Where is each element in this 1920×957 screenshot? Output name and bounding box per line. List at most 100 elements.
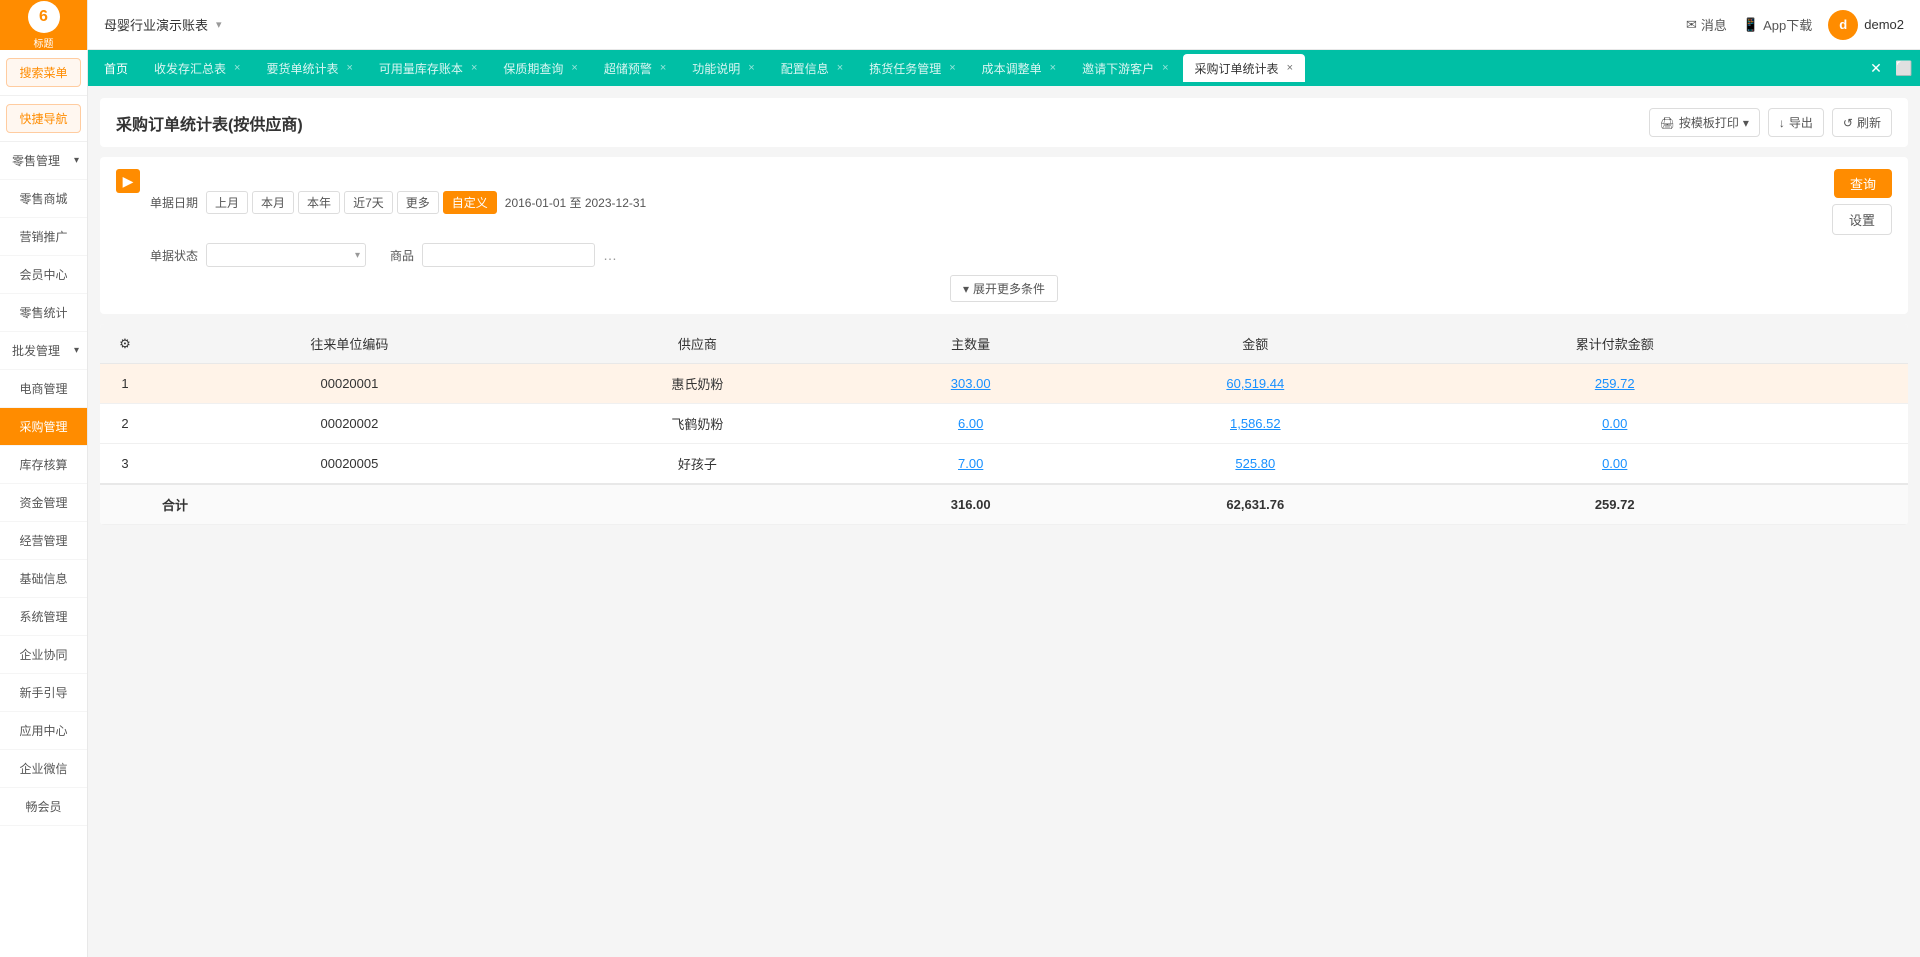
tab-close-available-inventory[interactable]: × — [471, 62, 477, 74]
tab-expiry-query[interactable]: 保质期查询× — [491, 54, 589, 82]
tab-available-inventory[interactable]: 可用量库存账本× — [367, 54, 489, 82]
sidebar-item-wholesale[interactable]: 批发管理▾ — [0, 332, 87, 370]
workspace-dropdown-icon[interactable]: ▾ — [216, 18, 222, 31]
maximize-button[interactable]: ⬜ — [1892, 56, 1916, 80]
cell-amount[interactable]: 525.80 — [1095, 444, 1415, 485]
page-title: 采购订单统计表(按供应商) — [116, 111, 303, 135]
sidebar-item-system[interactable]: 系统管理 — [0, 598, 87, 636]
date-btn-custom[interactable]: 自定义 — [443, 191, 497, 214]
settings-button[interactable]: 设置 — [1832, 204, 1892, 235]
tabbar-controls: ✕ ⬜ — [1864, 56, 1916, 80]
close-tab-button[interactable]: ✕ — [1864, 56, 1888, 80]
filter-toggle-button[interactable]: ▶ — [116, 169, 140, 193]
username-label: demo2 — [1864, 17, 1904, 32]
cell-qty[interactable]: 6.00 — [846, 404, 1095, 444]
tab-overstock-warning[interactable]: 超储预警× — [592, 54, 678, 82]
cell-paid[interactable]: 259.72 — [1415, 364, 1814, 404]
tab-close-invite-downstream[interactable]: × — [1162, 62, 1168, 74]
footer-empty-1 — [100, 484, 150, 525]
app-download-button[interactable]: 📱 App下载 — [1743, 15, 1812, 34]
tab-close-goods-stats[interactable]: × — [346, 62, 352, 74]
col-extra — [1814, 324, 1908, 364]
quick-nav-button[interactable]: 快捷导航 — [6, 104, 81, 133]
tab-label-config-info: 配置信息 — [781, 60, 829, 77]
refresh-label: 刷新 — [1857, 114, 1881, 131]
status-select[interactable] — [206, 243, 366, 267]
sidebar-item-retail-stats[interactable]: 零售统计 — [0, 294, 87, 332]
tab-config-info[interactable]: 配置信息 × — [769, 54, 855, 82]
tab-cost-adjust[interactable]: 成本调整单× — [970, 54, 1068, 82]
tab-close-function-desc[interactable]: × — [748, 62, 754, 74]
template-print-button[interactable]: 🖨 按模板打印 ▾ — [1649, 108, 1760, 137]
tab-close-expiry-query[interactable]: × — [571, 62, 577, 74]
date-btn-last-month[interactable]: 上月 — [206, 191, 248, 214]
cell-paid[interactable]: 0.00 — [1415, 444, 1814, 485]
sidebar-item-enterprise[interactable]: 企业协同 — [0, 636, 87, 674]
tab-receive-summary[interactable]: 收发存汇总表× — [142, 54, 252, 82]
cell-qty[interactable]: 7.00 — [846, 444, 1095, 485]
goods-input[interactable] — [422, 243, 595, 267]
sidebar-item-finance[interactable]: 资金管理 — [0, 484, 87, 522]
sidebar-item-purchase[interactable]: 采购管理 — [0, 408, 87, 446]
sidebar-item-vip[interactable]: 畅会员 — [0, 788, 87, 826]
cell-paid[interactable]: 0.00 — [1415, 404, 1814, 444]
sidebar-item-newbie[interactable]: 新手引导 — [0, 674, 87, 712]
sidebar-item-marketing[interactable]: 营销推广 — [0, 218, 87, 256]
tab-close-cost-adjust[interactable]: × — [1050, 62, 1056, 74]
sidebar-item-operation[interactable]: 经营管理 — [0, 522, 87, 560]
sidebar-item-basic[interactable]: 基础信息 — [0, 560, 87, 598]
cell-qty[interactable]: 303.00 — [846, 364, 1095, 404]
table-row: 100020001惠氏奶粉303.0060,519.44259.72 — [100, 364, 1908, 404]
sidebar-item-inventory[interactable]: 库存核算 — [0, 446, 87, 484]
tab-close-purchase-stats[interactable]: × — [1287, 62, 1293, 74]
query-button[interactable]: 查询 — [1834, 169, 1892, 198]
tab-pick-task[interactable]: 拣货任务管理× — [857, 54, 967, 82]
cell-amount[interactable]: 60,519.44 — [1095, 364, 1415, 404]
logo-text: 标题 — [34, 35, 54, 50]
sidebar-item-label-marketing: 营销推广 — [19, 228, 67, 245]
cell-extra — [1814, 404, 1908, 444]
search-menu-button[interactable]: 搜索菜单 — [6, 58, 81, 87]
sidebar-item-member[interactable]: 会员中心 — [0, 256, 87, 294]
sidebar-item-retail-shop[interactable]: 零售商城 — [0, 180, 87, 218]
sidebar-item-retail-mgmt[interactable]: 零售管理▾ — [0, 142, 87, 180]
export-button[interactable]: ↓ 导出 — [1768, 108, 1824, 137]
footer-empty-3 — [1814, 484, 1908, 525]
page-actions: 🖨 按模板打印 ▾ ↓ 导出 ↺ 刷新 — [1649, 108, 1892, 137]
avatar: d — [1828, 10, 1858, 40]
date-filter-group: 单据日期 上月 本月 本年 近7天 更多 自定义 2016-01-01 至 20… — [150, 191, 646, 214]
app-label: App下载 — [1763, 15, 1812, 34]
tab-close-receive-summary[interactable]: × — [234, 62, 240, 74]
user-menu[interactable]: d demo2 — [1828, 10, 1904, 40]
goods-more-icon[interactable]: … — [603, 247, 617, 263]
date-btn-7days[interactable]: 近7天 — [344, 191, 393, 214]
tab-close-overstock-warning[interactable]: × — [660, 62, 666, 74]
sidebar-item-wechat[interactable]: 企业微信 — [0, 750, 87, 788]
tab-function-desc[interactable]: 功能说明× — [680, 54, 766, 82]
filter-area: ▶ 单据日期 上月 本月 本年 近7天 更多 自定义 — [100, 157, 1908, 314]
logo-icon: 6 — [28, 1, 60, 33]
date-btn-this-year[interactable]: 本年 — [298, 191, 340, 214]
sidebar-item-label-inventory: 库存核算 — [19, 456, 67, 473]
tab-goods-stats[interactable]: 要货单统计表× — [254, 54, 364, 82]
date-btn-more[interactable]: 更多 — [397, 191, 439, 214]
message-button[interactable]: ✉ 消息 — [1686, 15, 1727, 34]
col-supplier: 供应商 — [549, 324, 846, 364]
sidebar-item-label-retail-stats: 零售统计 — [19, 304, 67, 321]
tab-close-config-info[interactable]: × — [837, 62, 843, 74]
footer-empty-2 — [549, 484, 846, 525]
date-btn-this-month[interactable]: 本月 — [252, 191, 294, 214]
col-settings[interactable]: ⚙ — [100, 324, 150, 364]
tab-close-pick-task[interactable]: × — [949, 62, 955, 74]
tab-home[interactable]: 首页 — [92, 54, 140, 82]
expand-more-button[interactable]: ▾ 展开更多条件 — [950, 275, 1058, 302]
tab-purchase-stats[interactable]: 采购订单统计表× — [1183, 54, 1305, 82]
tab-invite-downstream[interactable]: 邀请下游客户× — [1070, 54, 1180, 82]
status-filter-group: 单据状态 ▾ — [150, 243, 366, 267]
cell-amount[interactable]: 1,586.52 — [1095, 404, 1415, 444]
sidebar-item-ecommerce[interactable]: 电商管理 — [0, 370, 87, 408]
sidebar-item-label-vip: 畅会员 — [25, 798, 61, 815]
refresh-button[interactable]: ↺ 刷新 — [1832, 108, 1892, 137]
footer-label: 合计 — [150, 484, 549, 525]
sidebar-item-app-center[interactable]: 应用中心 — [0, 712, 87, 750]
